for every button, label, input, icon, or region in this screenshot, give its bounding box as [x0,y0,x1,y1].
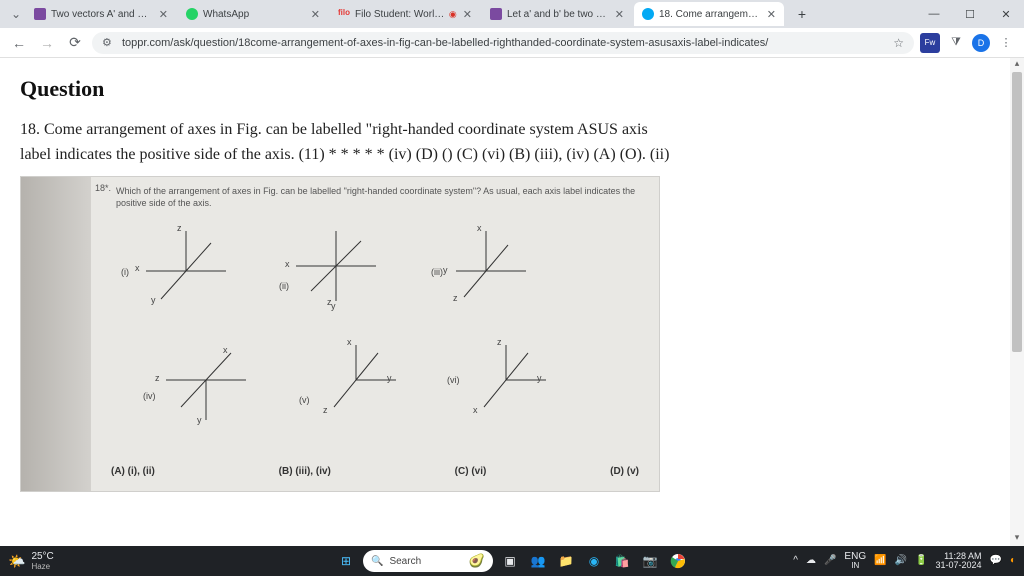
taskbar-app-edge[interactable]: ◉ [583,550,605,572]
axes-subplot: x y z (v) [301,335,411,425]
taskbar-app-camera[interactable]: 📷 [639,550,661,572]
close-icon[interactable]: ✕ [159,8,168,21]
weather-condition: Haze [31,562,53,571]
tray-copilot-icon[interactable]: ◐ [1010,555,1016,566]
tab-favicon [490,8,502,20]
tabs-dropdown-button[interactable]: ⌄ [6,7,26,21]
tab-title: 18. Come arrangement of axes [659,9,761,20]
browser-tab[interactable]: Two vectors A' and B' lie in a pl ✕ [26,2,176,26]
extension-icon[interactable]: Fw [920,33,940,53]
site-settings-icon[interactable]: ⚙ [102,36,116,49]
axes-subplot: z y x (vi) [451,335,561,425]
close-icon[interactable]: ✕ [615,8,624,21]
minimize-button[interactable]: — [916,0,952,28]
content-viewport: Question 18. Come arrangement of axes in… [0,58,1024,546]
close-icon[interactable]: ✕ [767,8,776,21]
tray-volume-icon[interactable]: 🔊 [895,555,907,566]
tab-title: Filo Student: World's Only L [355,9,445,20]
scroll-up-icon[interactable]: ▴ [1010,58,1024,72]
axes-subplot: x z y (ii) [281,221,391,311]
question-text: 18. Come arrangement of axes in Fig. can… [20,118,680,168]
axes-subplot: x z y (iv) [151,335,261,425]
figure-options: (A) (i), (ii) (B) (iii), (iv) (C) (vi) (… [111,466,639,477]
url-text: toppr.com/ask/question/18come-arrangemen… [122,37,768,49]
tab-title: Let a' and b' be two non null ve [507,9,609,20]
search-avocado-icon: 🥑 [469,553,485,569]
scrollbar-thumb[interactable] [1012,72,1022,352]
tab-title: WhatsApp [203,9,305,20]
address-bar[interactable]: ⚙ toppr.com/ask/question/18come-arrangem… [92,32,914,54]
extensions-icon[interactable]: ⧩ [946,33,966,53]
scroll-down-icon[interactable]: ▾ [1010,532,1024,546]
close-icon[interactable]: ✕ [463,8,472,21]
forward-button[interactable]: → [36,32,58,54]
search-placeholder: Search [389,556,421,567]
bookmark-icon[interactable]: ☆ [893,36,904,50]
system-tray: ^ ☁ 🎤 ENG IN 📶 🔊 🔋 11:28 AM 31-07-2024 💬… [793,552,1024,571]
tab-title: Two vectors A' and B' lie in a pl [51,9,153,20]
search-icon: 🔍 [371,556,383,567]
windows-taskbar: 🌤️ 25°C Haze ⊞ 🔍 Search 🥑 ▣ 👥 📁 ◉ 🛍️ 📷 ^… [0,546,1024,576]
taskbar-search[interactable]: 🔍 Search 🥑 [363,550,493,572]
tray-notifications-icon[interactable]: 💬 [990,555,1002,566]
tab-favicon [34,8,46,20]
tray-clock[interactable]: 11:28 AM 31-07-2024 [935,552,981,571]
browser-tab-strip: ⌄ Two vectors A' and B' lie in a pl ✕ Wh… [0,0,1024,28]
back-button[interactable]: ← [8,32,30,54]
browser-toolbar: ← → ⟳ ⚙ toppr.com/ask/question/18come-ar… [0,28,1024,58]
close-icon[interactable]: ✕ [311,8,320,21]
menu-icon[interactable]: ⋮ [996,33,1016,53]
close-window-button[interactable]: ✕ [988,0,1024,28]
option-d: (D) (v) [610,466,639,477]
taskbar-center: ⊞ 🔍 Search 🥑 ▣ 👥 📁 ◉ 🛍️ 📷 [335,550,689,572]
start-button[interactable]: ⊞ [335,550,357,572]
question-figure: 18*. Which of the arrangement of axes in… [20,176,660,492]
tab-favicon [186,8,198,20]
taskbar-app-teams[interactable]: 👥 [527,550,549,572]
weather-icon: 🌤️ [8,553,25,570]
taskbar-weather[interactable]: 🌤️ 25°C Haze [0,551,54,571]
vertical-scrollbar[interactable]: ▴ ▾ [1010,58,1024,546]
browser-tab[interactable]: WhatsApp ✕ [178,2,328,26]
browser-tab[interactable]: Let a' and b' be two non null ve ✕ [482,2,632,26]
taskbar-app-chrome[interactable] [667,550,689,572]
profile-avatar[interactable]: D [972,34,990,52]
page-content: Question 18. Come arrangement of axes in… [0,58,1024,492]
new-tab-button[interactable]: + [790,6,814,22]
weather-temp: 25°C [31,551,53,562]
axes-subplot: x y z (iii) [431,221,541,311]
tab-favicon: filo [338,8,350,20]
option-a: (A) (i), (ii) [111,466,155,477]
option-b: (B) (iii), (iv) [279,466,331,477]
tab-favicon [642,8,654,20]
browser-tab[interactable]: filo Filo Student: World's Only L ◉ ✕ [330,2,480,26]
tray-battery-icon[interactable]: 🔋 [915,555,927,566]
browser-tab-active[interactable]: 18. Come arrangement of axes ✕ [634,2,784,26]
recording-icon: ◉ [449,9,457,20]
figure-caption: Which of the arrangement of axes in Fig.… [116,185,639,209]
tray-cloud-icon[interactable]: ☁ [806,555,816,566]
tray-language[interactable]: ENG IN [844,552,866,571]
reload-button[interactable]: ⟳ [64,32,86,54]
maximize-button[interactable]: ☐ [952,0,988,28]
taskbar-app-store[interactable]: 🛍️ [611,550,633,572]
task-view-button[interactable]: ▣ [499,550,521,572]
window-controls: — ☐ ✕ [916,0,1024,28]
figure-question-number: 18*. [95,183,111,193]
axes-subplot: z x y (i) [131,221,241,311]
option-c: (C) (vi) [455,466,487,477]
tray-mic-icon[interactable]: 🎤 [824,555,836,566]
tray-chevron-icon[interactable]: ^ [793,555,798,566]
taskbar-app-explorer[interactable]: 📁 [555,550,577,572]
page-heading: Question [20,76,1004,102]
tray-wifi-icon[interactable]: 📶 [874,555,886,566]
